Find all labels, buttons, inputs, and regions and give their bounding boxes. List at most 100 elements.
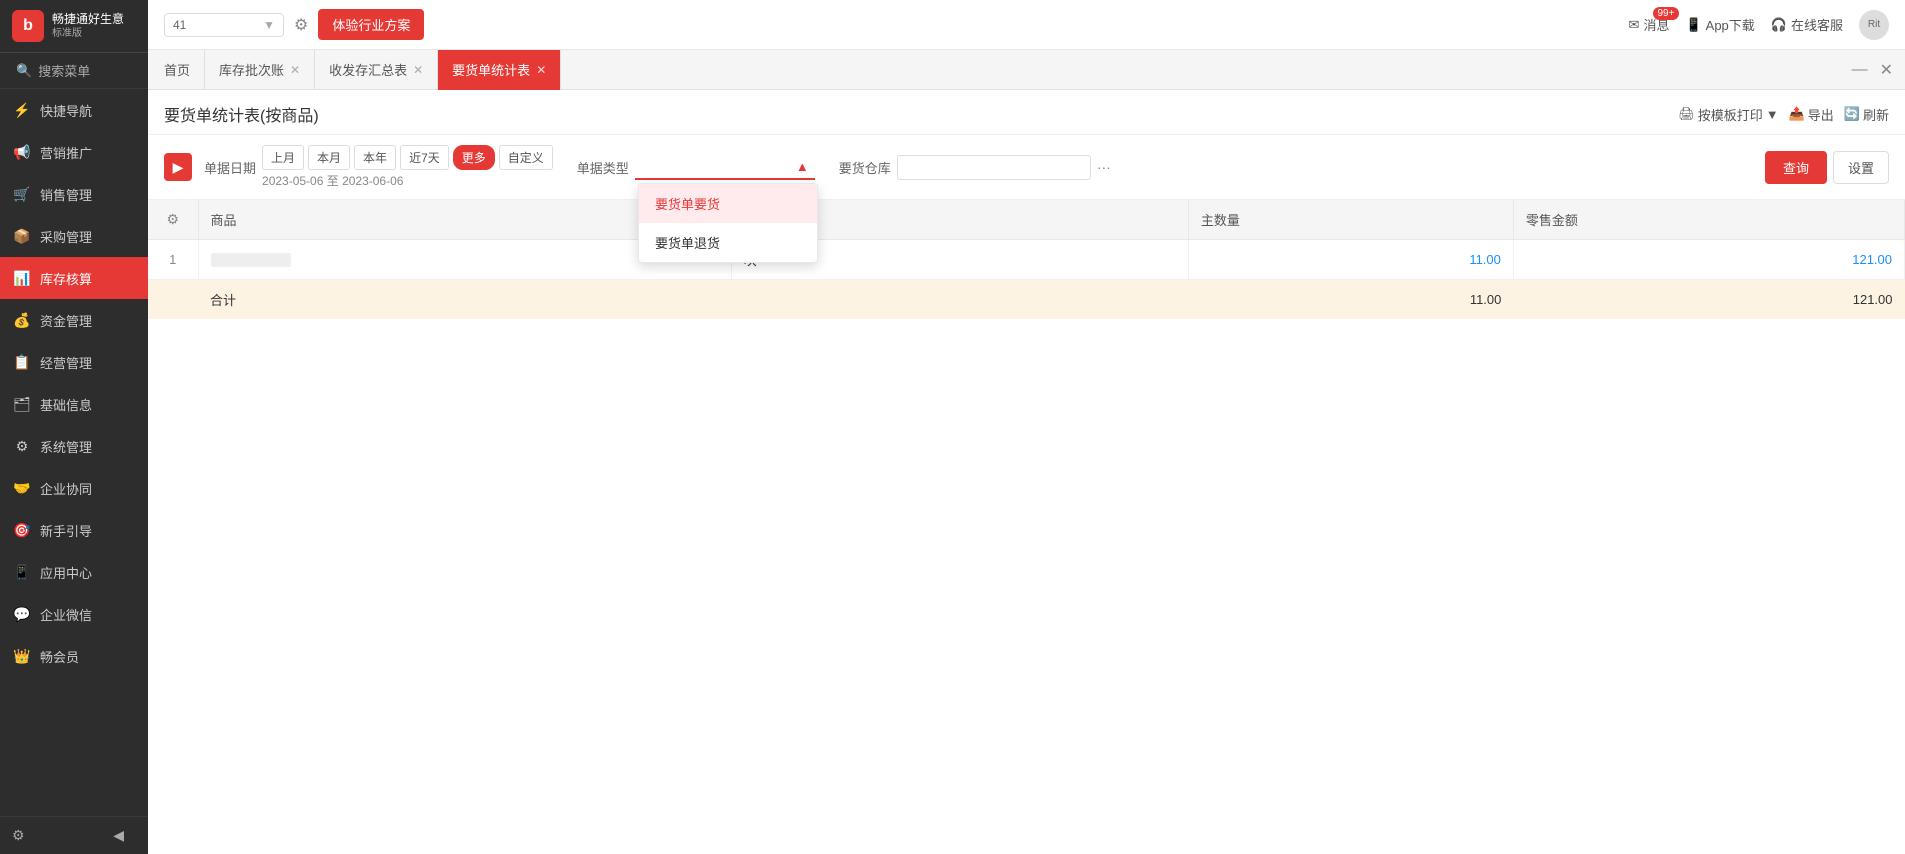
date-btn-prev-month[interactable]: 上月 [262,145,304,170]
avatar[interactable]: Rit [1859,10,1889,40]
nav-icon-appstore: 📱 [12,562,32,582]
sidebar-item-basic[interactable]: 🗂 基础信息 [0,383,148,425]
tabs-bar-actions: — ✕ [1848,56,1905,84]
date-btn-more[interactable]: 更多 [453,145,495,170]
type-filter-label: 单据类型 [577,158,629,177]
sidebar-item-guide[interactable]: 🎯 新手引导 [0,509,148,551]
type-up-arrow-icon: ▲ [796,159,809,174]
message-badge: 99+ [1653,7,1680,20]
sidebar: b 畅捷通好生意 标准版 🔍 搜索菜单 ⚡ 快捷导航 📢 营销推广 🛒 销售管理… [0,0,148,854]
tab-receive-summary[interactable]: 收发存汇总表 ✕ [315,50,438,90]
sidebar-item-cooperation[interactable]: 🤝 企业协同 [0,467,148,509]
date-btn-custom[interactable]: 自定义 [499,145,553,170]
query-button[interactable]: 查询 [1765,151,1827,184]
messages-button[interactable]: ✉ 消息 99+ [1629,15,1670,34]
nav-icon-member: 👑 [12,646,32,666]
nav-icon-system: ⚙ [12,436,32,456]
search-icon: 🔍 [16,63,32,79]
row-no: 1 [148,240,198,280]
sidebar-item-sales[interactable]: 🛒 销售管理 [0,173,148,215]
header-right: ✉ 消息 99+ 📱 App下载 🎧 在线客服 Rit [1629,10,1889,40]
app-download-button[interactable]: 📱 App下载 [1685,15,1754,34]
type-dropdown: 要货单要货 要货单退货 [638,183,818,263]
date-btn-cur-month[interactable]: 本月 [308,145,350,170]
warehouse-filter-label: 要货仓库 [839,158,891,177]
row-quantity[interactable]: 11.00 [1188,240,1513,280]
logo-text: 畅捷通好生意 标准版 [52,11,124,42]
store-selector[interactable]: 41 ▼ [164,13,284,37]
sidebar-footer: ⚙ ◀ [0,816,148,854]
date-filter-group: 单据日期 上月 本月 本年 近7天 更多 自定义 2023-05-06 至 20… [204,145,553,189]
date-options-group: 上月 本月 本年 近7天 更多 自定义 2023-05-06 至 2023-06… [262,145,553,189]
sidebar-search[interactable]: 🔍 搜索菜单 [0,53,148,89]
expand-icon: ▶ [173,159,184,176]
nav-icon-finance: 💰 [12,310,32,330]
sidebar-item-quick-nav[interactable]: ⚡ 快捷导航 [0,89,148,131]
refresh-button[interactable]: 🔄 刷新 [1844,105,1889,124]
total-row: 合计 11.00 121.00 [148,280,1905,320]
row-amount[interactable]: 121.00 [1513,240,1904,280]
product-placeholder [211,253,291,267]
tab-close-order-stats[interactable]: ✕ [536,63,546,77]
table-container: ⚙ 商品 主计量单位 主数量 零售金额 1 块 [148,200,1905,854]
service-icon: 🎧 [1771,17,1787,33]
sidebar-nav: ⚡ 快捷导航 📢 营销推广 🛒 销售管理 📦 采购管理 📊 库存核算 💰 资金管… [0,89,148,816]
total-label: 合计 [198,280,731,320]
setting-button[interactable]: 设置 [1833,151,1889,184]
sidebar-item-wechat[interactable]: 💬 企业微信 [0,593,148,635]
table-row: 1 块 11.00 121.00 [148,240,1905,280]
filter-bar: ▶ 单据日期 上月 本月 本年 近7天 更多 自定义 2023-05-06 至 … [148,135,1905,200]
col-amount: 零售金额 [1513,200,1904,240]
online-service-button[interactable]: 🎧 在线客服 [1771,15,1843,34]
top-header: 41 ▼ ⚙ 体验行业方案 ✉ 消息 99+ 📱 App下载 🎧 在线客服 Ri… [148,0,1905,50]
col-settings[interactable]: ⚙ [148,200,198,240]
nav-icon-purchase: 📦 [12,226,32,246]
nav-icon-marketing: 📢 [12,142,32,162]
dropdown-item-order[interactable]: 要货单要货 [639,184,817,223]
tab-close-receive-summary[interactable]: ✕ [413,63,423,77]
sidebar-item-system[interactable]: ⚙ 系统管理 [0,425,148,467]
sidebar-logo: b 畅捷通好生意 标准版 [0,0,148,53]
dropdown-item-return[interactable]: 要货单退货 [639,223,817,262]
warehouse-input[interactable] [897,155,1091,180]
warehouse-more-icon[interactable]: ··· [1097,159,1111,175]
nav-icon-cooperation: 🤝 [12,478,32,498]
page-body: 要货单统计表(按商品) 🖨 按模板打印 ▼ 📤 导出 🔄 刷新 [148,90,1905,854]
filter-actions: 查询 设置 [1765,151,1889,184]
date-range-display: 2023-05-06 至 2023-06-06 [262,172,553,189]
tab-close-inventory-batch[interactable]: ✕ [290,63,300,77]
print-icon: 🖨 [1678,106,1695,122]
close-tab-icon[interactable]: ✕ [1876,56,1897,84]
sidebar-item-finance[interactable]: 💰 资金管理 [0,299,148,341]
sidebar-item-purchase[interactable]: 📦 采购管理 [0,215,148,257]
sidebar-item-marketing[interactable]: 📢 营销推广 [0,131,148,173]
export-button[interactable]: 📤 导出 [1789,105,1834,124]
page-header-actions: 🖨 按模板打印 ▼ 📤 导出 🔄 刷新 [1678,105,1889,124]
nav-icon-sales: 🛒 [12,184,32,204]
page-header: 要货单统计表(按商品) 🖨 按模板打印 ▼ 📤 导出 🔄 刷新 [148,90,1905,135]
tab-inventory-batch[interactable]: 库存批次账 ✕ [205,50,315,90]
tab-home[interactable]: 首页 [148,50,205,90]
warehouse-filter-group: 要货仓库 ··· [839,155,1111,180]
table-settings-icon[interactable]: ⚙ [166,211,179,227]
header-gear-icon[interactable]: ⚙ [294,15,308,35]
filter-expand-button[interactable]: ▶ [164,153,192,181]
total-empty-1 [148,280,198,320]
print-template-button[interactable]: 🖨 按模板打印 ▼ [1678,105,1778,124]
settings-icon[interactable]: ⚙ [12,827,25,844]
type-select[interactable]: ▲ [635,155,815,180]
sidebar-item-member[interactable]: 👑 畅会员 [0,635,148,677]
tab-order-stats[interactable]: 要货单统计表 ✕ [438,50,561,90]
nav-icon-inventory: 📊 [12,268,32,288]
sidebar-item-inventory[interactable]: 📊 库存核算 [0,257,148,299]
date-btn-7days[interactable]: 近7天 [400,145,449,170]
date-btn-cur-year[interactable]: 本年 [354,145,396,170]
minimize-icon[interactable]: — [1848,57,1872,83]
sidebar-item-operation[interactable]: 📋 经营管理 [0,341,148,383]
total-quantity: 11.00 [1188,280,1513,320]
sidebar-item-appstore[interactable]: 📱 应用中心 [0,551,148,593]
trial-button[interactable]: 体验行业方案 [318,9,424,40]
refresh-icon: 🔄 [1844,106,1860,122]
collapse-icon[interactable]: ◀ [113,827,124,844]
total-empty-2 [731,280,1188,320]
